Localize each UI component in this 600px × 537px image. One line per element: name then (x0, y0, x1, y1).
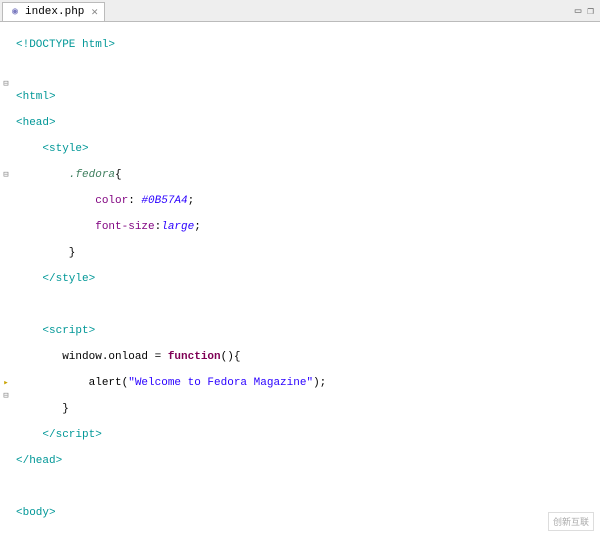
fold-toggle[interactable]: ⊟ (0, 390, 12, 403)
code-content[interactable]: <!DOCTYPE html> <html> <head> <style> .f… (12, 22, 600, 519)
fold-gutter: ⊟ ⊟ ▸ ⊟ (0, 22, 12, 519)
fold-toggle[interactable]: ⊟ (0, 78, 12, 91)
restore-icon[interactable]: ❐ (587, 4, 594, 18)
close-icon[interactable]: ✕ (91, 5, 98, 19)
tab-controls: ▭ ❐ (575, 0, 600, 21)
watermark: 创新互联 (548, 512, 594, 531)
tab-label: index.php (25, 6, 84, 18)
tab-index-php[interactable]: ◉ index.php ✕ (2, 2, 105, 21)
warning-icon[interactable]: ▸ (0, 377, 12, 390)
minimize-icon[interactable]: ▭ (575, 4, 582, 18)
tab-bar: ◉ index.php ✕ ▭ ❐ (0, 0, 600, 22)
editor-area[interactable]: ⊟ ⊟ ▸ ⊟ <!DOCTYPE html> <html> <head (0, 22, 600, 519)
php-file-icon: ◉ (9, 6, 21, 18)
fold-toggle[interactable]: ⊟ (0, 169, 12, 182)
